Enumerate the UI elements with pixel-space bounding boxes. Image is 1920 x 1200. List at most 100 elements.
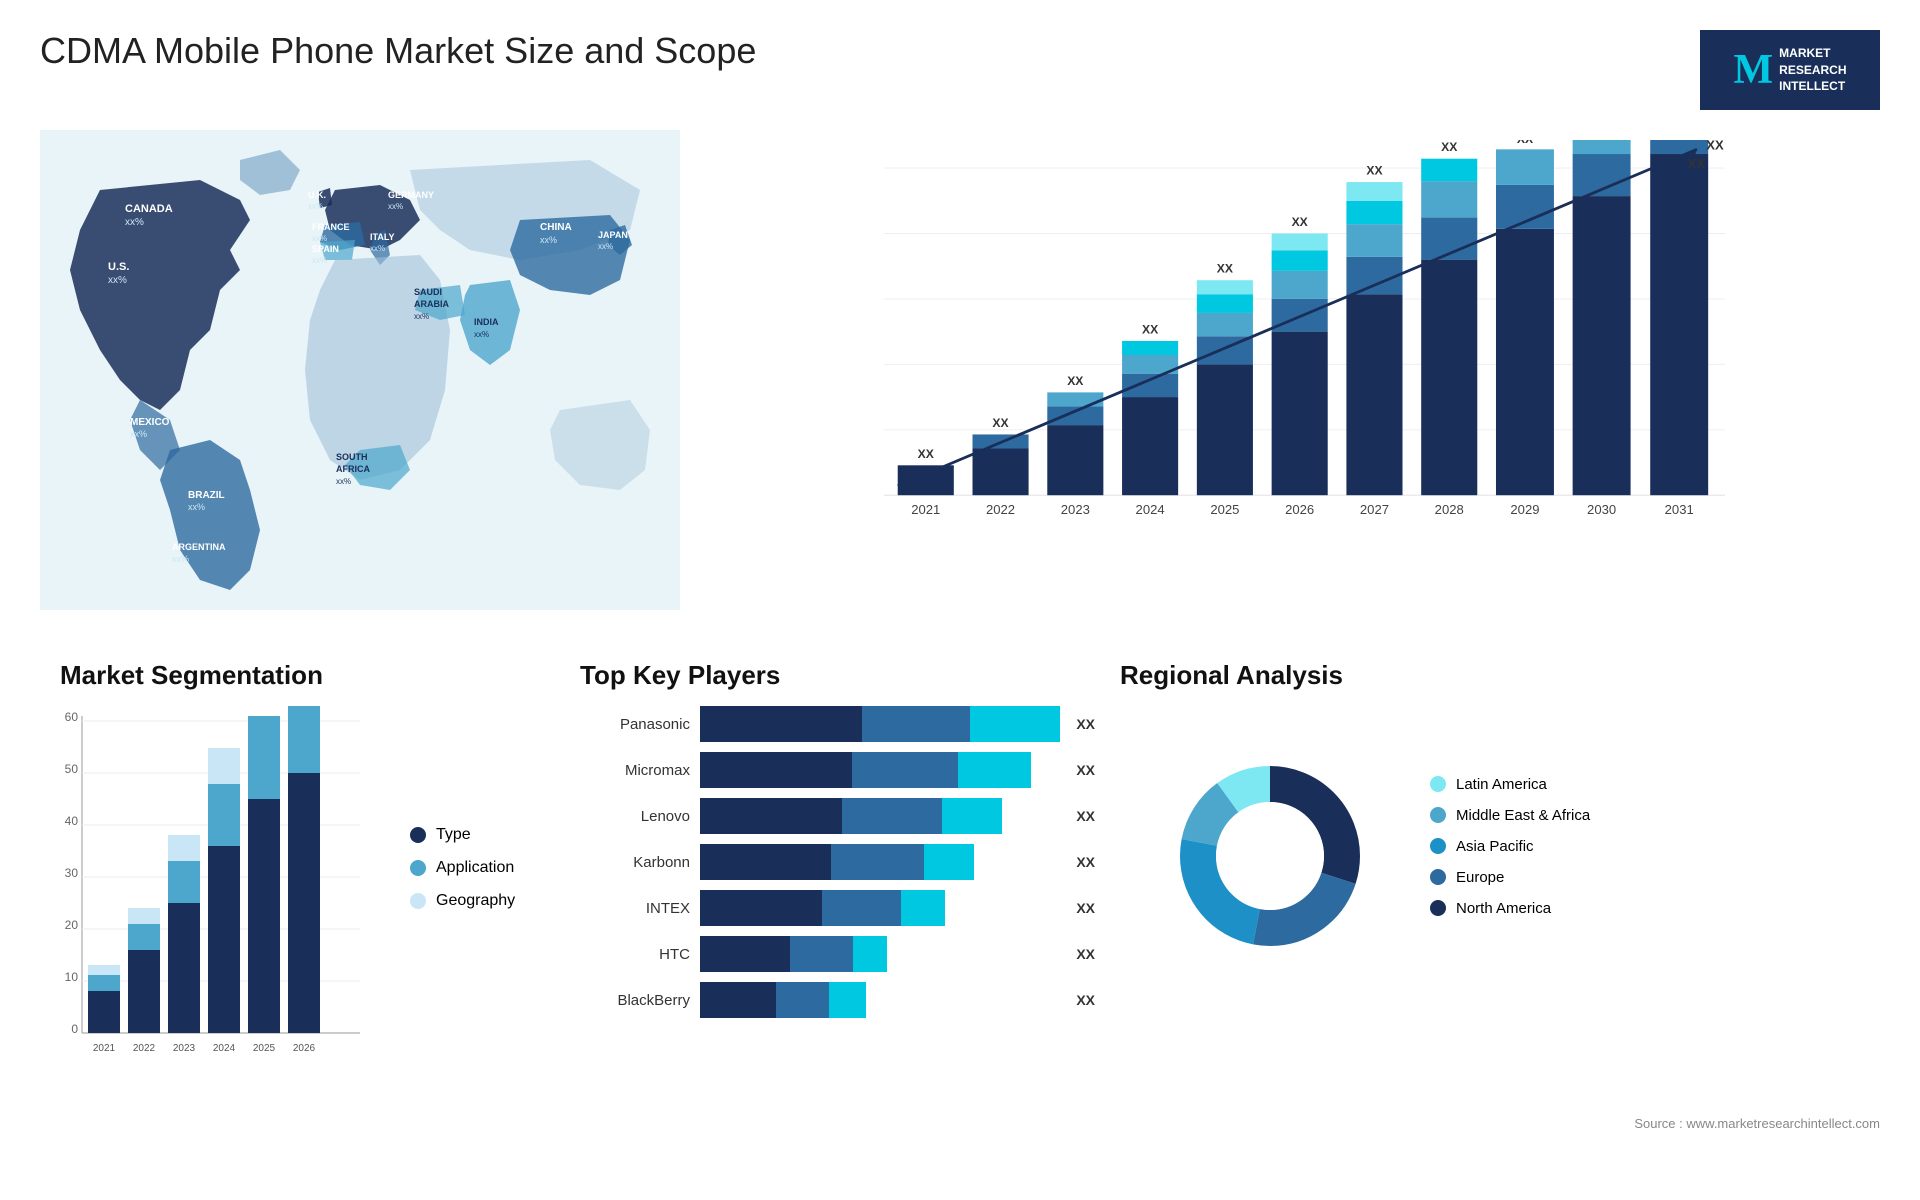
svg-text:2021: 2021 [93, 1043, 116, 1054]
reg-dot-middle-east [1430, 807, 1446, 823]
segmentation-title: Market Segmentation [60, 660, 520, 691]
donut-chart [1120, 706, 1400, 986]
player-bar-blackberry: XX [700, 982, 1060, 1018]
legend-label-type: Type [436, 826, 471, 844]
reg-dot-latin-america [1430, 776, 1446, 792]
svg-text:2024: 2024 [1136, 502, 1165, 517]
reg-dot-europe [1430, 869, 1446, 885]
legend-application: Application [410, 859, 515, 877]
player-row-intex: INTEX XX [580, 890, 1060, 926]
svg-text:xx%: xx% [312, 234, 327, 243]
svg-text:XX: XX [1706, 140, 1724, 152]
svg-text:U.K.: U.K. [308, 190, 326, 200]
svg-text:2030: 2030 [1587, 502, 1616, 517]
player-row-micromax: Micromax XX [580, 752, 1060, 788]
svg-text:xx%: xx% [598, 242, 613, 251]
header: CDMA Mobile Phone Market Size and Scope … [40, 30, 1880, 110]
player-name-panasonic: Panasonic [580, 716, 690, 733]
svg-text:xx%: xx% [474, 330, 489, 339]
player-bar-micromax: XX [700, 752, 1060, 788]
player-name-blackberry: BlackBerry [580, 992, 690, 1009]
svg-text:20: 20 [65, 918, 79, 932]
svg-text:ARABIA: ARABIA [414, 299, 449, 309]
svg-text:2025: 2025 [253, 1043, 276, 1054]
svg-text:50: 50 [65, 762, 79, 776]
world-map: CANADA xx% U.S. xx% MEXICO xx% BRAZIL xx… [40, 130, 680, 610]
svg-text:2029: 2029 [1510, 502, 1539, 517]
reg-dot-asia-pacific [1430, 838, 1446, 854]
svg-text:GERMANY: GERMANY [388, 190, 434, 200]
svg-text:XX: XX [918, 447, 934, 461]
svg-text:XX: XX [1217, 262, 1233, 276]
svg-text:2025: 2025 [1210, 502, 1239, 517]
svg-text:SAUDI: SAUDI [414, 287, 442, 297]
svg-text:XX: XX [1688, 156, 1706, 171]
key-players-title: Top Key Players [580, 660, 1060, 691]
reg-legend-latin-america: Latin America [1430, 776, 1590, 793]
player-xx-karbonn: XX [1076, 854, 1095, 870]
player-xx-blackberry: XX [1076, 992, 1095, 1008]
regional-legend: Latin America Middle East & Africa Asia … [1430, 776, 1590, 917]
svg-text:30: 30 [65, 866, 79, 880]
svg-text:40: 40 [65, 814, 79, 828]
svg-text:2026: 2026 [293, 1043, 316, 1054]
player-name-lenovo: Lenovo [580, 808, 690, 825]
svg-text:XX: XX [992, 416, 1008, 430]
svg-text:xx%: xx% [308, 202, 323, 211]
svg-text:xx%: xx% [172, 554, 189, 564]
player-row-htc: HTC XX [580, 936, 1060, 972]
reg-legend-europe: Europe [1430, 869, 1590, 886]
logo: M MARKETRESEARCHINTELLECT [1700, 30, 1880, 110]
svg-text:2021: 2021 [911, 502, 940, 517]
svg-text:xx%: xx% [125, 217, 144, 228]
svg-text:BRAZIL: BRAZIL [188, 490, 225, 501]
svg-text:0: 0 [71, 1022, 78, 1036]
svg-text:AFRICA: AFRICA [336, 464, 370, 474]
svg-text:SOUTH: SOUTH [336, 452, 368, 462]
canada-label: CANADA [125, 203, 173, 215]
svg-text:xx%: xx% [312, 256, 327, 265]
reg-label-middle-east: Middle East & Africa [1456, 807, 1590, 824]
world-map-svg: CANADA xx% U.S. xx% MEXICO xx% BRAZIL xx… [40, 130, 680, 610]
player-name-intex: INTEX [580, 900, 690, 917]
legend-dot-application [410, 860, 426, 876]
player-name-htc: HTC [580, 946, 690, 963]
svg-text:xx%: xx% [388, 202, 403, 211]
svg-text:XX: XX [1441, 140, 1457, 154]
segmentation-legend: Type Application Geography [400, 826, 515, 910]
reg-dot-north-america [1430, 900, 1446, 916]
svg-text:xx%: xx% [130, 429, 147, 439]
legend-label-application: Application [436, 859, 514, 877]
legend-dot-geography [410, 893, 426, 909]
svg-text:XX: XX [1142, 323, 1158, 337]
growth-bar-chart-svg: 2021 XX 2022 XX 2023 XX [730, 140, 1860, 570]
svg-text:XX: XX [1292, 215, 1308, 229]
svg-text:xx%: xx% [336, 477, 351, 486]
svg-text:10: 10 [65, 970, 79, 984]
player-bar-lenovo: XX [700, 798, 1060, 834]
logo-letter: M [1734, 46, 1774, 94]
reg-label-latin-america: Latin America [1456, 776, 1547, 793]
svg-text:2023: 2023 [1061, 502, 1090, 517]
players-list: Panasonic XX Micromax [580, 706, 1060, 1018]
player-bar-panasonic: XX [700, 706, 1060, 742]
svg-text:xx%: xx% [370, 244, 385, 253]
legend-dot-type [410, 827, 426, 843]
player-row-blackberry: BlackBerry XX [580, 982, 1060, 1018]
svg-text:2023: 2023 [173, 1043, 196, 1054]
player-name-karbonn: Karbonn [580, 854, 690, 871]
source-text: Source : www.marketresearchintellect.com [1634, 1116, 1880, 1131]
reg-legend-north-america: North America [1430, 900, 1590, 917]
regional-title: Regional Analysis [1120, 660, 1860, 691]
key-players-section: Top Key Players Panasonic XX [560, 650, 1080, 1170]
page-title: CDMA Mobile Phone Market Size and Scope [40, 30, 756, 72]
svg-text:XX: XX [1067, 374, 1083, 388]
player-xx-intex: XX [1076, 900, 1095, 916]
svg-text:2031: 2031 [1665, 502, 1694, 517]
svg-text:XX: XX [1517, 140, 1533, 146]
reg-label-europe: Europe [1456, 869, 1504, 886]
svg-text:XX: XX [1366, 164, 1382, 178]
logo-text: MARKETRESEARCHINTELLECT [1779, 45, 1846, 95]
svg-text:JAPAN: JAPAN [598, 230, 628, 240]
svg-text:2022: 2022 [133, 1043, 156, 1054]
